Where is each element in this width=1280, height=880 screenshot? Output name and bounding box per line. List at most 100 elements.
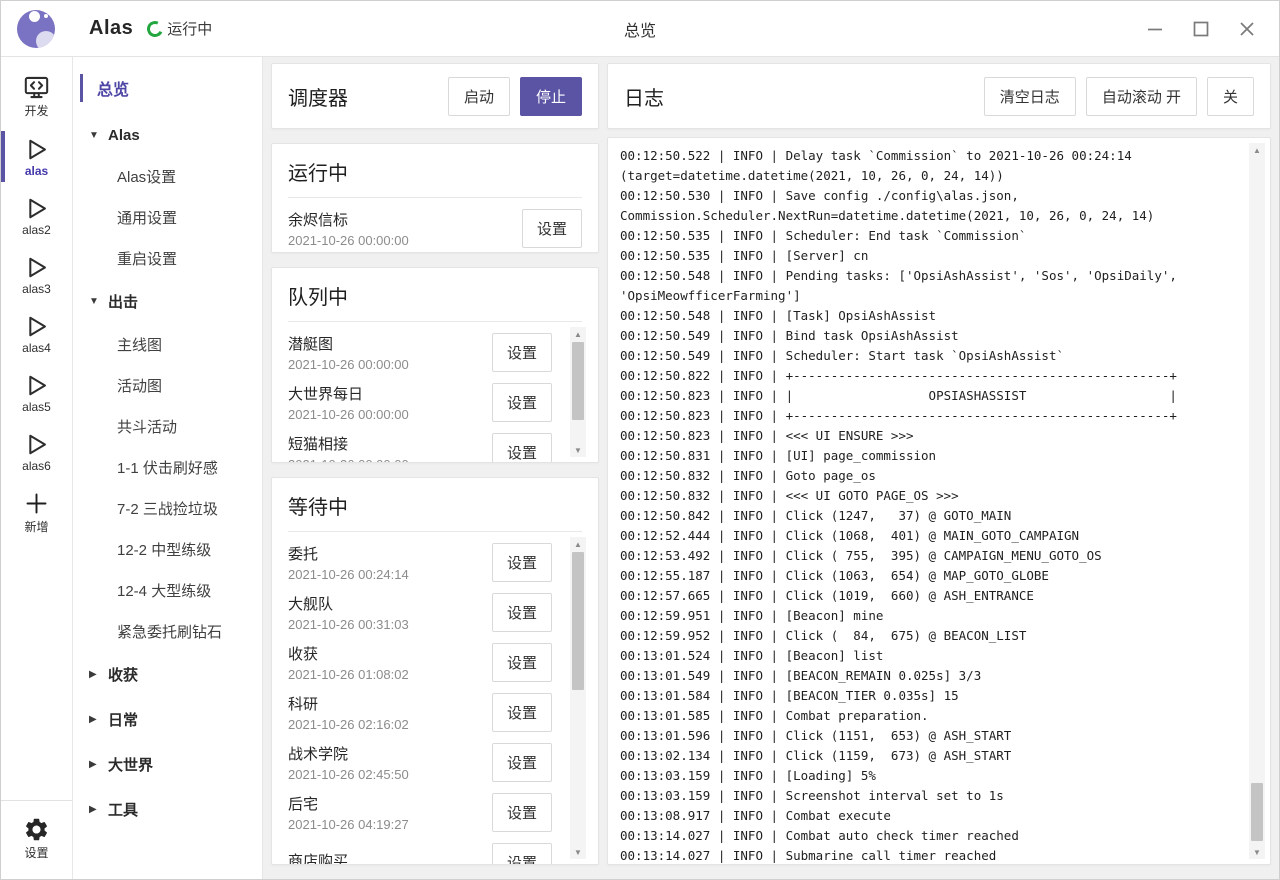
scrollbar-thumb[interactable]	[572, 552, 584, 690]
nav-group-label: 日常	[108, 709, 138, 730]
task-next-run-time: 2021-10-26 00:00:00	[288, 233, 409, 248]
nav-group-alas[interactable]: ▼Alas	[73, 115, 262, 156]
task-settings-button[interactable]: 设置	[492, 793, 552, 832]
scroll-up-icon[interactable]: ▲	[570, 537, 586, 551]
rail-item-alas6[interactable]: alas6	[1, 422, 72, 481]
play-icon	[23, 431, 50, 458]
log-line: 00:12:50.832 | INFO | Goto page_os	[620, 466, 1240, 486]
log-line: 00:12:50.842 | INFO | Click (1247, 37) @…	[620, 506, 1240, 526]
log-line: 00:13:01.585 | INFO | Combat preparation…	[620, 706, 1240, 726]
titlebar: Alas 运行中 总览	[1, 1, 1279, 57]
nav-group-os[interactable]: ▶大世界	[73, 742, 262, 787]
rail-item-alas5[interactable]: alas5	[1, 363, 72, 422]
log-line: 00:13:01.524 | INFO | [Beacon] list	[620, 646, 1240, 666]
task-settings-button[interactable]: 设置	[492, 643, 552, 682]
rail-item-alas4[interactable]: alas4	[1, 304, 72, 363]
chevron-right-icon: ▶	[89, 804, 99, 815]
nav-subitem[interactable]: 7-2 三战捡垃圾	[73, 488, 262, 529]
chevron-down-icon: ▼	[89, 130, 99, 141]
nav-subitem[interactable]: 紧急委托刷钻石	[73, 611, 262, 652]
close-icon[interactable]	[1239, 21, 1255, 37]
nav-subitem[interactable]: Alas设置	[73, 156, 262, 197]
scroll-up-icon[interactable]: ▲	[570, 327, 586, 341]
rail-item-add[interactable]: 新增	[1, 481, 72, 543]
rail-item-label: alas4	[22, 341, 51, 355]
autoscroll-toggle-button[interactable]: 自动滚动 开	[1086, 77, 1197, 116]
task-row: 短猫相接2021-10-26 00:00:00设置	[288, 427, 552, 462]
rail-item-alas3[interactable]: alas3	[1, 245, 72, 304]
task-settings-button[interactable]: 设置	[492, 333, 552, 372]
scroll-down-icon[interactable]: ▼	[570, 443, 586, 457]
log-line: 00:13:14.027 | INFO | Combat auto check …	[620, 826, 1240, 846]
nav-group-label: 出击	[108, 291, 138, 312]
log-header-card: 日志 清空日志 自动滚动 开 关	[607, 63, 1271, 129]
page-title: 总览	[624, 17, 656, 41]
task-settings-button[interactable]: 设置	[492, 433, 552, 463]
nav-subitem[interactable]: 12-2 中型练级	[73, 529, 262, 570]
pending-scrollbar[interactable]: ▲ ▼	[570, 327, 586, 457]
nav-subitem[interactable]: 1-1 伏击刷好感	[73, 447, 262, 488]
log-line: 00:13:14.027 | INFO | Submarine call tim…	[620, 846, 1240, 865]
task-settings-button[interactable]: 设置	[492, 543, 552, 582]
task-settings-button[interactable]: 设置	[522, 209, 582, 248]
pending-title: 队列中	[288, 268, 582, 322]
minimize-icon[interactable]	[1147, 21, 1163, 37]
rail-item-settings[interactable]: 设置	[1, 807, 72, 869]
nav-subitem[interactable]: 共斗活动	[73, 406, 262, 447]
rail-item-label: alas3	[22, 282, 51, 296]
scroll-down-icon[interactable]: ▼	[1249, 845, 1265, 859]
log-line: 00:12:50.530 | INFO | Save config ./conf…	[620, 186, 1240, 226]
task-settings-button[interactable]: 设置	[492, 743, 552, 782]
log-line: 00:12:50.832 | INFO | <<< UI GOTO PAGE_O…	[620, 486, 1240, 506]
nav-group-label: 工具	[108, 799, 138, 820]
log-line: 00:12:50.822 | INFO | +-----------------…	[620, 366, 1240, 386]
nav-group-combat[interactable]: ▼ 出击	[73, 279, 262, 324]
scrollbar-thumb[interactable]	[1251, 783, 1263, 841]
log-scrollbar[interactable]: ▲ ▼	[1249, 143, 1265, 859]
app-title: Alas	[89, 17, 133, 40]
nav-group-tool[interactable]: ▶ 工具	[73, 787, 262, 832]
nav-subitem[interactable]: 通用设置	[73, 197, 262, 238]
rail-item-label: alas6	[22, 459, 51, 473]
scheduler-start-button[interactable]: 启动	[448, 77, 510, 116]
running-title: 运行中	[288, 144, 582, 198]
task-settings-button[interactable]: 设置	[492, 843, 552, 865]
nav-subitem[interactable]: 12-4 大型练级	[73, 570, 262, 611]
rail-item-alas2[interactable]: alas2	[1, 186, 72, 245]
log-line: 00:12:55.187 | INFO | Click (1063, 654) …	[620, 566, 1240, 586]
scheduler-stop-button[interactable]: 停止	[520, 77, 582, 116]
log-line: 00:12:50.549 | INFO | Scheduler: Start t…	[620, 346, 1240, 366]
log-line: 00:12:50.823 | INFO | +-----------------…	[620, 406, 1240, 426]
instance-rail: 开发 alas alas2 alas3 alas4 alas5 alas6 新增 设置	[1, 57, 73, 879]
task-name: 大舰队	[288, 593, 409, 614]
chevron-right-icon: ▶	[89, 669, 99, 680]
nav-group-daily[interactable]: ▶日常	[73, 697, 262, 742]
chevron-down-icon: ▼	[89, 296, 99, 307]
task-row: 收获2021-10-26 01:08:02设置	[288, 637, 552, 687]
rail-item-dev[interactable]: 开发	[1, 65, 72, 127]
maximize-icon[interactable]	[1193, 21, 1209, 37]
nav-subitem[interactable]: 活动图	[73, 365, 262, 406]
rail-item-label: alas	[25, 164, 48, 178]
scroll-down-icon[interactable]: ▼	[570, 845, 586, 859]
task-settings-button[interactable]: 设置	[492, 593, 552, 632]
task-name: 后宅	[288, 793, 409, 814]
play-icon	[23, 372, 50, 399]
clear-log-button[interactable]: 清空日志	[984, 77, 1076, 116]
task-settings-button[interactable]: 设置	[492, 383, 552, 422]
nav-group-reward[interactable]: ▶收获	[73, 652, 262, 697]
nav-subitem[interactable]: 主线图	[73, 324, 262, 365]
nav-item-overview[interactable]: 总览	[73, 69, 262, 107]
waiting-panel: 等待中 ▲ ▼ 委托2021-10-26 00:24:14设置大舰队2021-1…	[271, 477, 599, 865]
waiting-task-list: ▲ ▼ 委托2021-10-26 00:24:14设置大舰队2021-10-26…	[272, 532, 598, 864]
task-name: 战术学院	[288, 743, 409, 764]
log-line: 00:12:50.548 | INFO | Pending tasks: ['O…	[620, 266, 1240, 306]
nav-subitem[interactable]: 重启设置	[73, 238, 262, 279]
log-off-button[interactable]: 关	[1207, 77, 1254, 116]
task-settings-button[interactable]: 设置	[492, 693, 552, 732]
waiting-scrollbar[interactable]: ▲ ▼	[570, 537, 586, 859]
scroll-up-icon[interactable]: ▲	[1249, 143, 1265, 157]
task-next-run-time: 2021-10-26 00:00:00	[288, 407, 409, 422]
scrollbar-thumb[interactable]	[572, 342, 584, 420]
rail-item-alas[interactable]: alas	[1, 127, 72, 186]
